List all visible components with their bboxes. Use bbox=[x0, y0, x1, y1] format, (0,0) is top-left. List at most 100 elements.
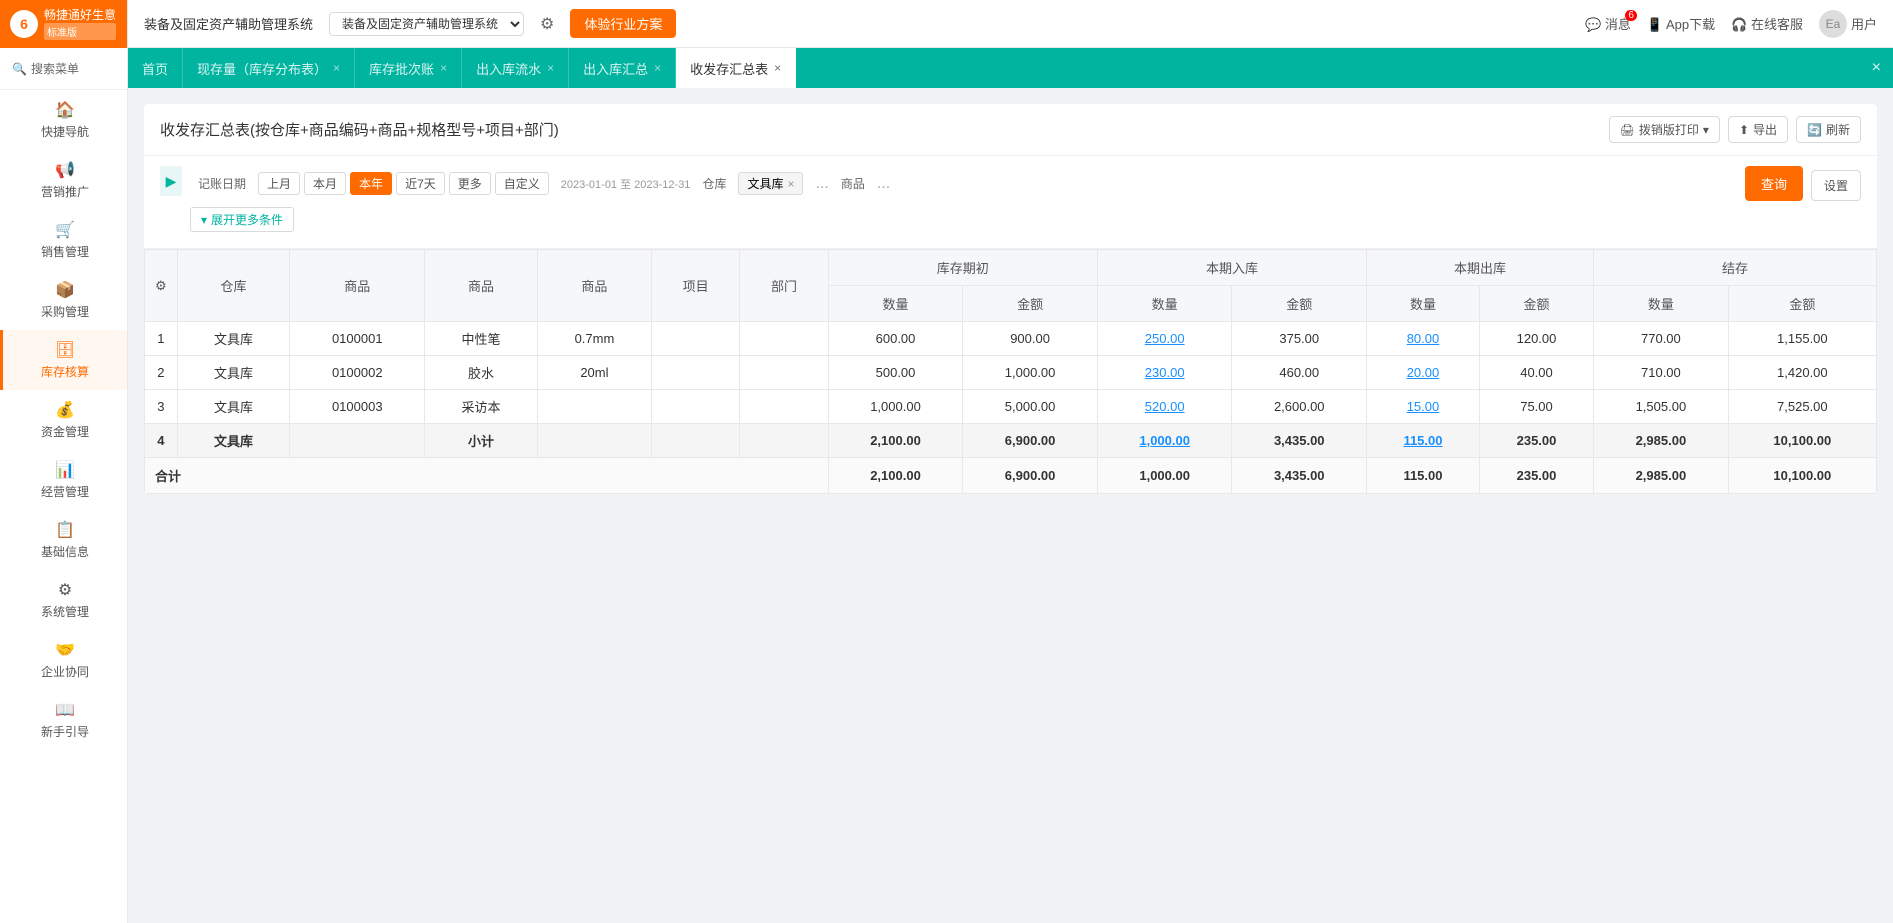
tab-inout-flow[interactable]: 出入库流水 × bbox=[462, 48, 569, 88]
date-btn-7days[interactable]: 近7天 bbox=[396, 172, 445, 195]
filter-collapse-button[interactable]: ▶ bbox=[160, 166, 182, 196]
out-amt-header: 金额 bbox=[1479, 286, 1593, 322]
row-open-qty: 600.00 bbox=[828, 322, 963, 356]
query-button[interactable]: 查询 bbox=[1745, 166, 1803, 201]
print-label: 拨销版打印 bbox=[1639, 121, 1699, 138]
row-bal-amt: 10,100.00 bbox=[1728, 424, 1876, 458]
row-out-qty[interactable]: 115.00 bbox=[1367, 424, 1480, 458]
table-row: 3 文具库 0100003 采访本 1,000.00 5,000.00 520.… bbox=[145, 390, 1877, 424]
out-qty-link[interactable]: 15.00 bbox=[1407, 399, 1440, 414]
table-row: 4 文具库 小计 2,100.00 6,900.00 1,000.00 3,43… bbox=[145, 424, 1877, 458]
out-qty-link[interactable]: 20.00 bbox=[1407, 365, 1440, 380]
tab-recv-send-close[interactable]: × bbox=[774, 61, 781, 75]
sidebar-item-basic[interactable]: 📋 基础信息 bbox=[0, 510, 127, 570]
refresh-button[interactable]: 🔄 刷新 bbox=[1796, 116, 1861, 143]
in-qty-link[interactable]: 250.00 bbox=[1145, 331, 1185, 346]
export-button[interactable]: ⬆ 导出 bbox=[1728, 116, 1788, 143]
expand-conditions-button[interactable]: ▾ 展开更多条件 bbox=[190, 207, 294, 232]
warehouse-tag-close-icon[interactable]: × bbox=[787, 177, 794, 191]
date-btn-this-year[interactable]: 本年 bbox=[350, 172, 392, 195]
sidebar-item-finance[interactable]: 💰 资金管理 bbox=[0, 390, 127, 450]
settings-icon[interactable]: ⚙ bbox=[540, 14, 554, 34]
message-badge: 6 bbox=[1625, 10, 1637, 21]
app-download-area[interactable]: 📱 App下载 bbox=[1647, 14, 1715, 33]
sidebar-item-inventory[interactable]: 🗄 库存核算 bbox=[0, 330, 127, 390]
sidebar-search-area[interactable]: 🔍 搜索菜单 bbox=[0, 48, 127, 90]
avatar: Ea bbox=[1819, 10, 1847, 38]
goods-dots[interactable]: ... bbox=[877, 175, 890, 193]
table-settings-header[interactable]: ⚙ bbox=[145, 250, 178, 322]
close-all-tabs-button[interactable]: × bbox=[1860, 59, 1893, 77]
tab-home[interactable]: 首页 bbox=[128, 48, 183, 88]
row-idx: 4 bbox=[145, 424, 178, 458]
quick-nav-label: 快捷导航 bbox=[41, 123, 89, 140]
print-icon: 🖨 bbox=[1620, 123, 1635, 137]
warehouse-dots[interactable]: ... bbox=[815, 175, 828, 193]
tab-batch[interactable]: 库存批次账 × bbox=[355, 48, 462, 88]
finance-icon: 💰 bbox=[55, 400, 75, 420]
inventory-label: 库存核算 bbox=[41, 363, 89, 380]
bal-amt-header: 金额 bbox=[1728, 286, 1876, 322]
refresh-label: 刷新 bbox=[1826, 121, 1850, 138]
in-qty-link[interactable]: 1,000.00 bbox=[1139, 433, 1190, 448]
date-btn-this-month[interactable]: 本月 bbox=[304, 172, 346, 195]
tab-recv-send[interactable]: 收发存汇总表 × bbox=[676, 48, 796, 88]
sidebar-item-sales[interactable]: 🛒 销售管理 bbox=[0, 210, 127, 270]
row-goods-code: 0100002 bbox=[290, 356, 425, 390]
sidebar-item-purchase[interactable]: 📦 采购管理 bbox=[0, 270, 127, 330]
user-area[interactable]: Ea 用户 bbox=[1819, 10, 1877, 38]
sidebar-item-enterprise[interactable]: 🤝 企业协同 bbox=[0, 630, 127, 690]
date-range-label: 2023-01-01 至 2023-12-31 bbox=[561, 176, 691, 192]
date-btn-custom[interactable]: 自定义 bbox=[495, 172, 549, 195]
row-out-qty[interactable]: 20.00 bbox=[1367, 356, 1480, 390]
in-qty-link[interactable]: 520.00 bbox=[1145, 399, 1185, 414]
search-menu-button[interactable]: 🔍 搜索菜单 bbox=[8, 56, 119, 81]
row-out-qty[interactable]: 80.00 bbox=[1367, 322, 1480, 356]
page-header: 收发存汇总表(按仓库+商品编码+商品+规格型号+项目+部门) 🖨 拨销版打印 ▾… bbox=[144, 104, 1877, 156]
row-in-qty[interactable]: 1,000.00 bbox=[1097, 424, 1232, 458]
row-in-qty[interactable]: 520.00 bbox=[1097, 390, 1232, 424]
print-button[interactable]: 🖨 拨销版打印 ▾ bbox=[1609, 116, 1720, 143]
topbar: 装备及固定资产辅助管理系统 装备及固定资产辅助管理系统 ⚙ 体验行业方案 💬 6… bbox=[128, 0, 1893, 48]
date-btn-more[interactable]: 更多 bbox=[449, 172, 491, 195]
online-service-area[interactable]: 🎧 在线客服 bbox=[1731, 14, 1803, 33]
row-dept bbox=[740, 322, 828, 356]
tab-inventory-dist[interactable]: 现存量（库存分布表） × bbox=[183, 48, 355, 88]
basic-icon: 📋 bbox=[55, 520, 75, 540]
marketing-label: 营销推广 bbox=[41, 183, 89, 200]
row-out-qty[interactable]: 15.00 bbox=[1367, 390, 1480, 424]
warehouse-tag[interactable]: 文具库 × bbox=[738, 172, 803, 195]
row-in-qty[interactable]: 250.00 bbox=[1097, 322, 1232, 356]
tab-inout-summary-close[interactable]: × bbox=[654, 61, 661, 75]
tab-inventory-dist-close[interactable]: × bbox=[333, 61, 340, 75]
sales-icon: 🛒 bbox=[55, 220, 75, 240]
sidebar-item-quick-nav[interactable]: 🏠 快捷导航 bbox=[0, 90, 127, 150]
system-select[interactable]: 装备及固定资产辅助管理系统 bbox=[329, 12, 524, 36]
sidebar-item-operations[interactable]: 📊 经营管理 bbox=[0, 450, 127, 510]
sidebar-item-marketing[interactable]: 📢 营销推广 bbox=[0, 150, 127, 210]
goods-name-col-header: 商品 bbox=[425, 250, 538, 322]
in-qty-header: 数量 bbox=[1097, 286, 1232, 322]
row-bal-qty: 2,985.00 bbox=[1594, 424, 1729, 458]
app-download-label: App下载 bbox=[1666, 17, 1715, 32]
in-qty-link[interactable]: 230.00 bbox=[1145, 365, 1185, 380]
tab-inout-summary[interactable]: 出入库汇总 × bbox=[569, 48, 676, 88]
sidebar-item-system[interactable]: ⚙ 系统管理 bbox=[0, 570, 127, 630]
sidebar-item-guide[interactable]: 📖 新手引导 bbox=[0, 690, 127, 750]
row-goods-name: 小计 bbox=[425, 424, 538, 458]
quick-nav-icon: 🏠 bbox=[55, 100, 75, 120]
row-out-amt: 40.00 bbox=[1479, 356, 1593, 390]
data-table: ⚙ 仓库 商品 商品 商品 项目 部门 库存期初 本期入库 本期出库 结存 数量 bbox=[144, 249, 1877, 494]
out-qty-link[interactable]: 115.00 bbox=[1403, 433, 1442, 448]
trial-button[interactable]: 体验行业方案 bbox=[570, 9, 676, 38]
main-area: 装备及固定资产辅助管理系统 装备及固定资产辅助管理系统 ⚙ 体验行业方案 💬 6… bbox=[128, 0, 1893, 923]
date-btn-last-month[interactable]: 上月 bbox=[258, 172, 300, 195]
tab-inout-flow-close[interactable]: × bbox=[547, 61, 554, 75]
goods-spec-col-header: 商品 bbox=[537, 250, 651, 322]
settings2-button[interactable]: 设置 bbox=[1811, 170, 1861, 201]
footer-out-qty: 115.00 bbox=[1367, 458, 1480, 494]
row-in-qty[interactable]: 230.00 bbox=[1097, 356, 1232, 390]
message-area[interactable]: 💬 6 消息 bbox=[1585, 14, 1631, 33]
tab-batch-close[interactable]: × bbox=[440, 61, 447, 75]
out-qty-link[interactable]: 80.00 bbox=[1407, 331, 1440, 346]
